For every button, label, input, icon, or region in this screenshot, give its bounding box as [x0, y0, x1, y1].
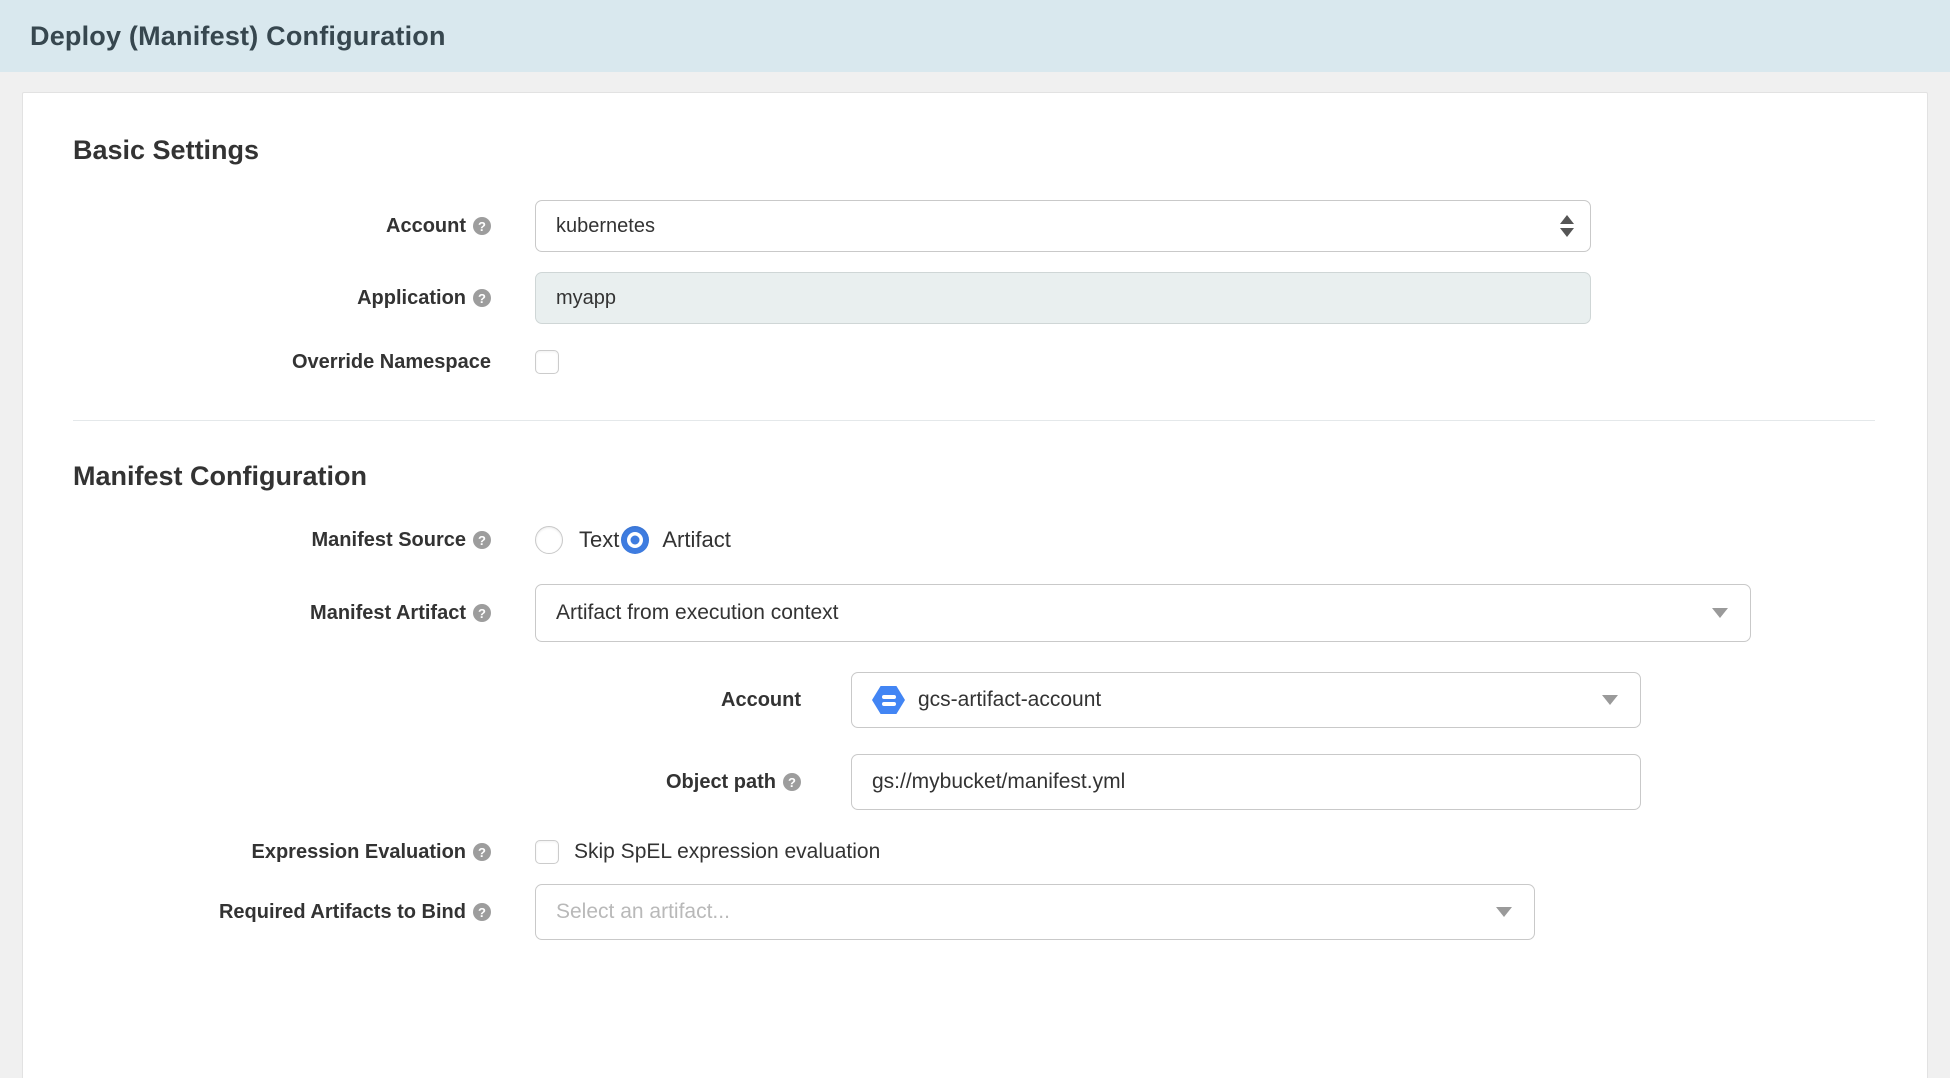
override-namespace-row: Override Namespace	[51, 350, 1897, 374]
override-namespace-label: Override Namespace	[51, 351, 491, 374]
deploy-manifest-config-screen: Deploy (Manifest) Configuration Basic Se…	[0, 0, 1950, 1078]
artifact-account-row: Account gcs-artifact-account	[51, 672, 1897, 728]
manifest-source-artifact-radio[interactable]	[621, 526, 649, 554]
manifest-source-label: Manifest Source ?	[51, 529, 491, 552]
manifest-artifact-dropdown-value: Artifact from execution context	[556, 601, 838, 625]
chevron-down-icon	[1496, 907, 1512, 917]
account-row: Account ? kubernetes	[51, 200, 1897, 252]
account-label: Account ?	[51, 215, 491, 238]
basic-settings-heading: Basic Settings	[73, 135, 1897, 166]
override-namespace-checkbox[interactable]	[535, 350, 559, 374]
help-icon[interactable]: ?	[473, 604, 491, 622]
help-icon[interactable]: ?	[473, 843, 491, 861]
required-artifacts-row: Required Artifacts to Bind ? Select an a…	[51, 884, 1897, 940]
manifest-source-text-label: Text	[579, 527, 619, 553]
artifact-account-dropdown[interactable]: gcs-artifact-account	[851, 672, 1641, 728]
manifest-artifact-label: Manifest Artifact ?	[51, 602, 491, 625]
chevron-down-icon	[1602, 695, 1618, 705]
skip-spel-checkbox[interactable]	[535, 840, 559, 864]
page-header: Deploy (Manifest) Configuration	[0, 0, 1950, 72]
manifest-artifact-row: Manifest Artifact ? Artifact from execut…	[51, 584, 1897, 642]
help-icon[interactable]: ?	[783, 773, 801, 791]
expression-evaluation-row: Expression Evaluation ? Skip SpEL expres…	[51, 840, 1897, 864]
gcs-hexagon-icon	[872, 686, 905, 714]
select-arrows-icon	[1560, 215, 1574, 237]
manifest-source-text-radio[interactable]	[535, 526, 563, 554]
help-icon[interactable]: ?	[473, 217, 491, 235]
account-select-value: kubernetes	[556, 215, 655, 238]
config-panel: Basic Settings Account ? kubernetes Appl…	[22, 92, 1928, 1078]
artifact-account-label: Account	[51, 689, 801, 712]
skip-spel-label: Skip SpEL expression evaluation	[574, 840, 880, 864]
manifest-artifact-dropdown[interactable]: Artifact from execution context	[535, 584, 1751, 642]
required-artifacts-placeholder: Select an artifact...	[556, 900, 730, 924]
help-icon[interactable]: ?	[473, 903, 491, 921]
application-label: Application ?	[51, 287, 491, 310]
section-divider	[73, 420, 1875, 421]
chevron-down-icon	[1712, 608, 1728, 618]
required-artifacts-label: Required Artifacts to Bind ?	[51, 901, 491, 924]
account-select[interactable]: kubernetes	[535, 200, 1591, 252]
required-artifacts-dropdown[interactable]: Select an artifact...	[535, 884, 1535, 940]
help-icon[interactable]: ?	[473, 289, 491, 307]
application-input[interactable]	[535, 272, 1591, 324]
object-path-label: Object path ?	[51, 771, 801, 794]
manifest-source-artifact-label: Artifact	[662, 527, 730, 553]
expression-evaluation-label: Expression Evaluation ?	[51, 841, 491, 864]
manifest-configuration-heading: Manifest Configuration	[73, 461, 1897, 492]
manifest-source-radio-group: Text Artifact	[535, 526, 731, 554]
object-path-row: Object path ?	[51, 754, 1897, 810]
application-row: Application ?	[51, 272, 1897, 324]
object-path-input[interactable]	[851, 754, 1641, 810]
help-icon[interactable]: ?	[473, 531, 491, 549]
artifact-account-dropdown-value: gcs-artifact-account	[918, 688, 1101, 712]
page-title: Deploy (Manifest) Configuration	[30, 21, 446, 52]
manifest-source-row: Manifest Source ? Text Artifact	[51, 526, 1897, 554]
